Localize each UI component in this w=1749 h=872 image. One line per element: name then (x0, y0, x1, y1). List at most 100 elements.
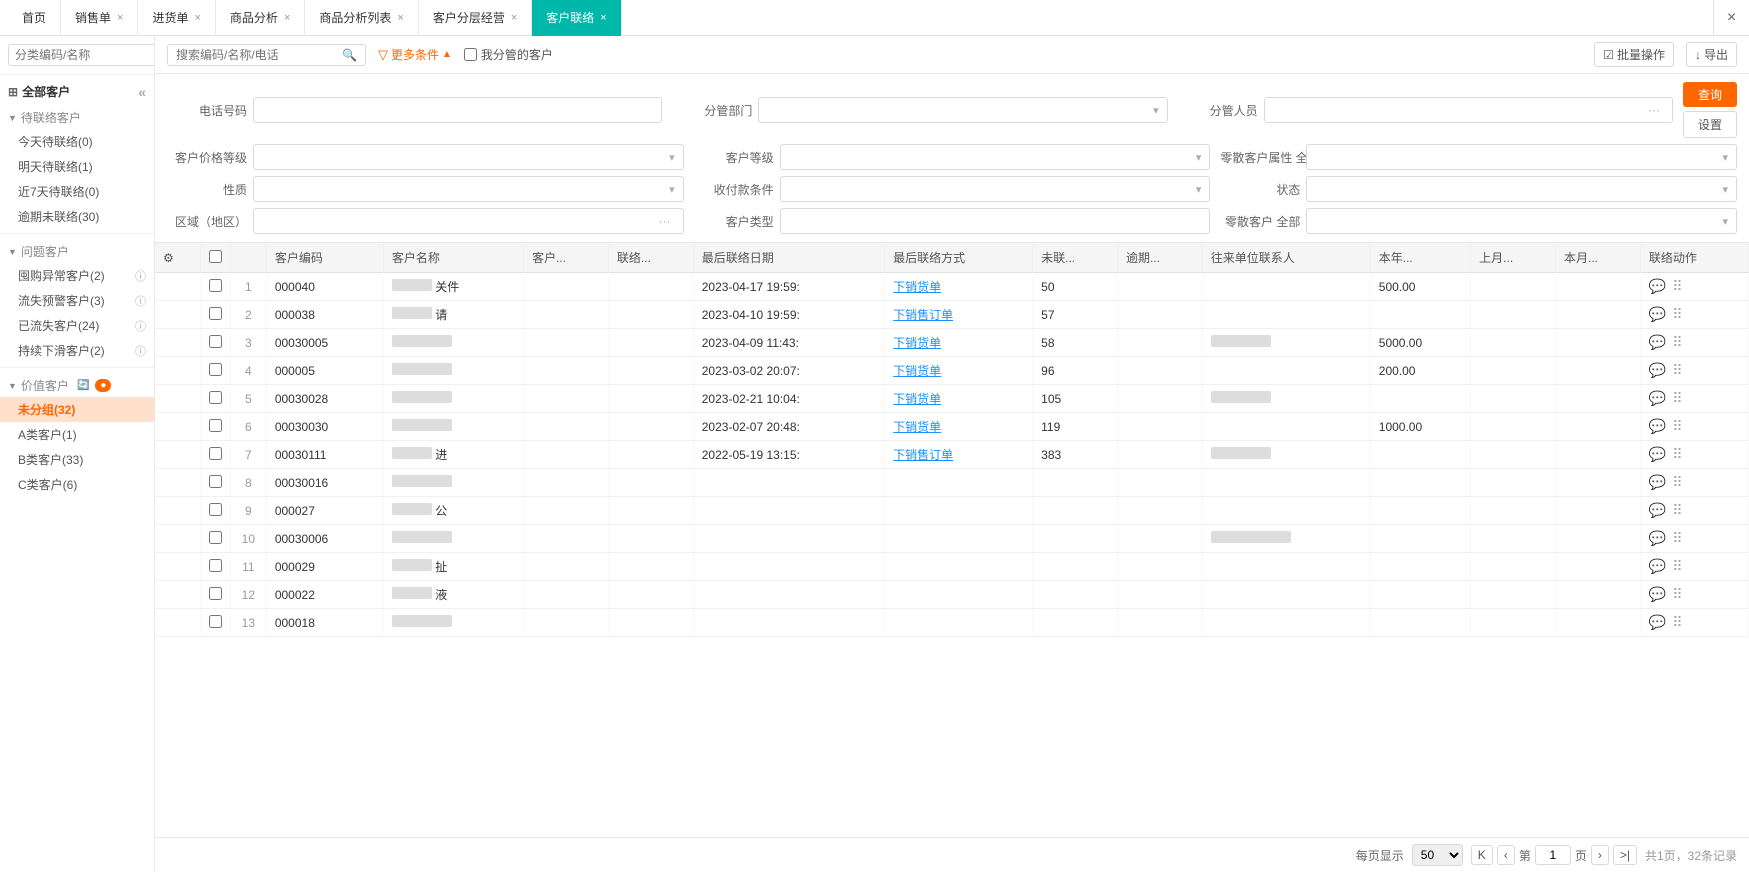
chat-icon[interactable]: 💬 (1649, 446, 1666, 463)
sidebar-item-churned[interactable]: 已流失客户(24) ⓘ (0, 313, 154, 338)
first-page-button[interactable]: K (1471, 845, 1493, 865)
row-select[interactable] (209, 363, 222, 376)
contact-method-link[interactable]: 下销售订单 (893, 308, 953, 322)
all-customers-header[interactable]: ⊞ 全部客户 « (0, 75, 154, 104)
sidebar-item-overdue-pending[interactable]: 逾期未联络(30) (0, 204, 154, 229)
menu-icon[interactable]: ⠿ (1672, 558, 1682, 575)
sidebar-item-tomorrow-pending[interactable]: 明天待联络(1) (0, 154, 154, 179)
dots-icon-person[interactable]: ··· (1644, 103, 1664, 117)
row-select[interactable] (209, 531, 222, 544)
row-checkbox[interactable] (200, 329, 230, 357)
filter-customer-type-input[interactable] (780, 208, 1211, 234)
row-checkbox[interactable] (200, 609, 230, 637)
chat-icon[interactable]: 💬 (1649, 362, 1666, 379)
more-conditions-button[interactable]: ▽ 更多条件 ▲ (378, 46, 452, 63)
tab-product-analysis[interactable]: 商品分析 × (216, 0, 305, 36)
page-input[interactable] (1535, 845, 1571, 865)
col-checkbox[interactable] (200, 243, 230, 273)
filter-region-dropdown[interactable]: ··· (253, 208, 684, 234)
row-checkbox[interactable] (200, 413, 230, 441)
tab-customer-contact-close[interactable]: × (600, 12, 606, 24)
batch-ops-button[interactable]: ☑ 批量操作 (1594, 42, 1674, 67)
search-input[interactable] (176, 48, 336, 62)
row-select[interactable] (209, 503, 222, 516)
menu-icon[interactable]: ⠿ (1672, 502, 1682, 519)
tab-product-analysis-close[interactable]: × (284, 12, 290, 24)
menu-icon[interactable]: ⠿ (1672, 446, 1682, 463)
tab-product-analysis-list[interactable]: 商品分析列表 × (305, 0, 418, 36)
sidebar-item-class-b[interactable]: B类客户(33) (0, 447, 154, 472)
dots-icon-region[interactable]: ··· (655, 214, 675, 228)
chat-icon[interactable]: 💬 (1649, 390, 1666, 407)
tab-home[interactable]: 首页 (8, 0, 61, 36)
select-all-checkbox[interactable] (209, 250, 222, 263)
chat-icon[interactable]: 💬 (1649, 558, 1666, 575)
menu-icon[interactable]: ⠿ (1672, 390, 1682, 407)
row-checkbox[interactable] (200, 497, 230, 525)
tab-purchase-close[interactable]: × (194, 12, 200, 24)
chat-icon[interactable]: 💬 (1649, 334, 1666, 351)
sidebar-item-unclassified[interactable]: 未分组(32) (0, 397, 154, 422)
contact-method-link[interactable]: 下销货单 (893, 336, 941, 350)
chat-icon[interactable]: 💬 (1649, 306, 1666, 323)
row-checkbox[interactable] (200, 441, 230, 469)
tab-sales[interactable]: 销售单 × (61, 0, 138, 36)
sidebar-item-class-c[interactable]: C类客户(6) (0, 472, 154, 497)
menu-icon[interactable]: ⠿ (1672, 334, 1682, 351)
filter-phone-input[interactable] (253, 97, 662, 123)
row-checkbox[interactable] (200, 301, 230, 329)
menu-icon[interactable]: ⠿ (1672, 362, 1682, 379)
chat-icon[interactable]: 💬 (1649, 278, 1666, 295)
sidebar-item-7days-pending[interactable]: 近7天待联络(0) (0, 179, 154, 204)
page-size-select[interactable]: 50 100 200 (1412, 844, 1463, 866)
row-select[interactable] (209, 279, 222, 292)
menu-icon[interactable]: ⠿ (1672, 586, 1682, 603)
chat-icon[interactable]: 💬 (1649, 502, 1666, 519)
chat-icon[interactable]: 💬 (1649, 586, 1666, 603)
row-checkbox[interactable] (200, 357, 230, 385)
row-select[interactable] (209, 335, 222, 348)
tab-customer-segment-close[interactable]: × (511, 12, 517, 24)
tab-customer-segment[interactable]: 客户分层经营 × (419, 0, 532, 36)
contact-method-link[interactable]: 下销售订单 (893, 448, 953, 462)
filter-retail-attr-dropdown[interactable]: ▾ (1306, 144, 1737, 170)
collapse-sidebar-button[interactable]: « (138, 84, 146, 100)
menu-icon[interactable]: ⠿ (1672, 278, 1682, 295)
row-checkbox[interactable] (200, 273, 230, 301)
row-select[interactable] (209, 447, 222, 460)
row-select[interactable] (209, 307, 222, 320)
tab-customer-contact[interactable]: 客户联络 × (532, 0, 621, 36)
contact-method-link[interactable]: 下销货单 (893, 364, 941, 378)
filter-customer-level-dropdown[interactable]: ▾ (780, 144, 1211, 170)
contact-method-link[interactable]: 下销货单 (893, 280, 941, 294)
chat-icon[interactable]: 💬 (1649, 614, 1666, 631)
sidebar-item-abnormal[interactable]: 囤购异常客户(2) ⓘ (0, 263, 154, 288)
last-page-button[interactable]: >| (1613, 845, 1637, 865)
chat-icon[interactable]: 💬 (1649, 418, 1666, 435)
menu-icon[interactable]: ⠿ (1672, 614, 1682, 631)
row-checkbox[interactable] (200, 469, 230, 497)
sidebar-search-input[interactable] (8, 44, 155, 66)
row-checkbox[interactable] (200, 553, 230, 581)
filter-retail-customer-dropdown[interactable]: ▾ (1306, 208, 1737, 234)
row-checkbox[interactable] (200, 581, 230, 609)
filter-nature-dropdown[interactable]: ▾ (253, 176, 684, 202)
row-select[interactable] (209, 615, 222, 628)
col-settings[interactable]: ⚙ (155, 243, 200, 273)
reset-button-adv[interactable]: 设置 (1683, 111, 1737, 138)
next-page-button[interactable]: › (1591, 845, 1609, 865)
window-close-button[interactable]: × (1713, 0, 1749, 36)
menu-icon[interactable]: ⠿ (1672, 418, 1682, 435)
menu-icon[interactable]: ⠿ (1672, 306, 1682, 323)
menu-icon[interactable]: ⠿ (1672, 474, 1682, 491)
search-button-adv[interactable]: 查询 (1683, 82, 1737, 107)
tab-product-analysis-list-close[interactable]: × (397, 12, 403, 24)
contact-method-link[interactable]: 下销货单 (893, 420, 941, 434)
sidebar-item-today-pending[interactable]: 今天待联络(0) (0, 129, 154, 154)
sidebar-item-churn-warning[interactable]: 流失预警客户(3) ⓘ (0, 288, 154, 313)
sidebar-item-class-a[interactable]: A类客户(1) (0, 422, 154, 447)
tab-sales-close[interactable]: × (117, 12, 123, 24)
my-customers-checkbox[interactable] (464, 48, 477, 61)
chat-icon[interactable]: 💬 (1649, 474, 1666, 491)
filter-person-dropdown[interactable]: ··· (1264, 97, 1673, 123)
